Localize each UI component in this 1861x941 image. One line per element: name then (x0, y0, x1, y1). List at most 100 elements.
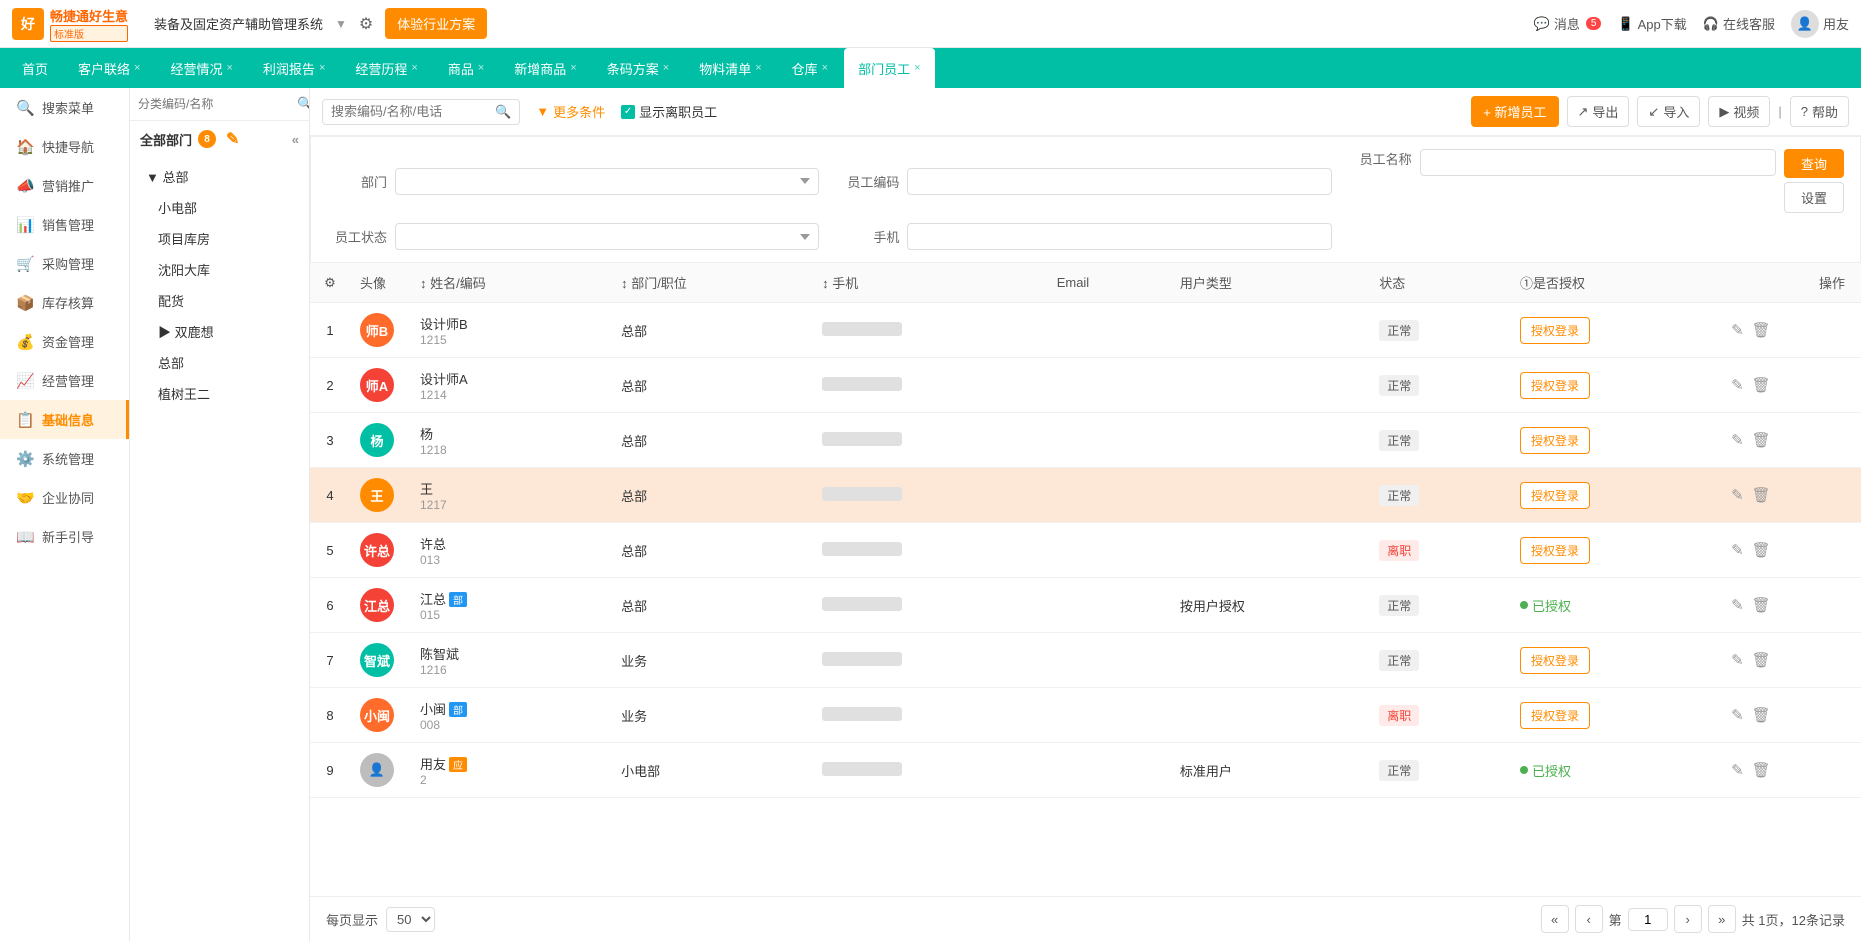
authorize-button[interactable]: 授权登录 (1520, 482, 1590, 509)
dept-header[interactable]: 全部部门 8 ✎ « (130, 121, 309, 157)
sidebar-item-sales[interactable]: 📊 销售管理 (0, 205, 129, 244)
delete-icon[interactable]: 🗑 (1752, 486, 1771, 504)
filter-phone-input[interactable] (907, 223, 1331, 250)
page-input[interactable] (1628, 908, 1668, 931)
col-settings[interactable]: ⚙ (310, 263, 350, 303)
user-btn[interactable]: 👤 用友 (1791, 10, 1849, 38)
sidebar-item-guide[interactable]: 📖 新手引导 (0, 517, 129, 556)
export-button[interactable]: ↗ 导出 (1567, 96, 1630, 127)
tab-new-goods[interactable]: 新增商品× (500, 48, 590, 88)
edit-icon[interactable]: ✎ (1731, 761, 1744, 779)
filter-btn[interactable]: ▼ 更多条件 (528, 98, 613, 125)
per-page-select[interactable]: 50 (386, 907, 435, 932)
edit-icon[interactable]: ✎ (1731, 486, 1744, 504)
next-page-btn[interactable]: › (1674, 905, 1702, 933)
tab-goods[interactable]: 商品× (434, 48, 498, 88)
delete-icon[interactable]: 🗑 (1752, 541, 1771, 559)
close-icon[interactable]: × (226, 62, 232, 74)
tab-profit[interactable]: 利润报告× (249, 48, 339, 88)
experience-button[interactable]: 体验行业方案 (385, 8, 487, 39)
last-page-btn[interactable]: » (1708, 905, 1736, 933)
tab-warehouse[interactable]: 仓库× (778, 48, 842, 88)
tab-customer[interactable]: 客户联络× (64, 48, 154, 88)
authorize-button[interactable]: 授权登录 (1520, 537, 1590, 564)
help-button[interactable]: ? 帮助 (1790, 96, 1849, 127)
sidebar-item-inventory[interactable]: 📦 库存核算 (0, 283, 129, 322)
delete-icon[interactable]: 🗑 (1752, 321, 1771, 339)
sidebar-item-management[interactable]: 📈 经营管理 (0, 361, 129, 400)
dept-search-input[interactable] (138, 97, 293, 111)
filter-empstatus-select[interactable] (395, 223, 819, 250)
dept-node-shenyang[interactable]: 沈阳大库 (130, 254, 309, 285)
dept-collapse-icon[interactable]: « (292, 132, 299, 147)
tab-operation[interactable]: 经营情况× (156, 48, 246, 88)
tab-barcode[interactable]: 条码方案× (593, 48, 683, 88)
delete-icon[interactable]: 🗑 (1752, 596, 1771, 614)
edit-icon[interactable]: ✎ (1731, 321, 1744, 339)
edit-icon[interactable]: ✎ (1731, 376, 1744, 394)
edit-icon[interactable]: ✎ (1731, 651, 1744, 669)
authorize-button[interactable]: 授权登录 (1520, 317, 1590, 344)
sidebar-item-system[interactable]: ⚙️ 系统管理 (0, 439, 129, 478)
settings-icon[interactable]: ⚙ (359, 14, 373, 34)
message-btn[interactable]: 💬 消息 5 (1534, 14, 1602, 33)
close-icon[interactable]: × (570, 62, 576, 74)
tab-home[interactable]: 首页 (8, 48, 62, 88)
dept-edit-icon[interactable]: ✎ (226, 129, 239, 149)
close-icon[interactable]: × (134, 62, 140, 74)
add-employee-button[interactable]: + 新增员工 (1471, 96, 1558, 127)
dept-node-project[interactable]: 项目库房 (130, 223, 309, 254)
dept-search-icon[interactable]: 🔍 (297, 96, 310, 112)
sidebar-item-basic-info[interactable]: 📋 基础信息 (0, 400, 129, 439)
edit-icon[interactable]: ✎ (1731, 596, 1744, 614)
system-dropdown-icon[interactable]: ▼ (335, 17, 347, 31)
show-resigned-toggle[interactable]: ✓ 显示离职员工 (621, 102, 717, 121)
tab-history[interactable]: 经营历程× (341, 48, 431, 88)
close-icon[interactable]: × (755, 62, 761, 74)
filter-dept-select[interactable] (395, 168, 819, 195)
search-input[interactable] (331, 104, 491, 119)
edit-icon[interactable]: ✎ (1731, 706, 1744, 724)
close-icon[interactable]: × (478, 62, 484, 74)
edit-icon[interactable]: ✎ (1731, 541, 1744, 559)
dept-node-zhishu[interactable]: 植树王二 (130, 378, 309, 409)
delete-icon[interactable]: 🗑 (1752, 761, 1771, 779)
dept-node-small-elec[interactable]: 小电部 (130, 192, 309, 223)
filter-empname-input[interactable] (1420, 149, 1776, 176)
dept-node-shuanglu[interactable]: ▶ 双鹿想 (130, 316, 309, 347)
reset-button[interactable]: 设置 (1784, 182, 1844, 213)
authorize-button[interactable]: 授权登录 (1520, 702, 1590, 729)
close-icon[interactable]: × (822, 62, 828, 74)
authorize-button[interactable]: 授权登录 (1520, 647, 1590, 674)
dept-node-hq[interactable]: 总部 (130, 347, 309, 378)
dept-node-general[interactable]: ▼ 总部 (130, 161, 309, 192)
sidebar-item-search[interactable]: 🔍 搜索菜单 (0, 88, 129, 127)
query-button[interactable]: 查询 (1784, 149, 1844, 178)
sidebar-item-marketing[interactable]: 📣 营销推广 (0, 166, 129, 205)
authorize-button[interactable]: 授权登录 (1520, 427, 1590, 454)
prev-page-btn[interactable]: ‹ (1575, 905, 1603, 933)
dept-node-distribution[interactable]: 配货 (130, 285, 309, 316)
edit-icon[interactable]: ✎ (1731, 431, 1744, 449)
online-service-btn[interactable]: 🎧 在线客服 (1703, 14, 1775, 33)
tab-employees[interactable]: 部门员工× (844, 48, 934, 88)
delete-icon[interactable]: 🗑 (1752, 376, 1771, 394)
first-page-btn[interactable]: « (1541, 905, 1569, 933)
delete-icon[interactable]: 🗑 (1752, 651, 1771, 669)
sidebar-item-quicknav[interactable]: 🏠 快捷导航 (0, 127, 129, 166)
close-icon[interactable]: × (663, 62, 669, 74)
close-icon[interactable]: × (914, 62, 920, 74)
authorize-button[interactable]: 授权登录 (1520, 372, 1590, 399)
view-button[interactable]: ▶ 视频 (1708, 96, 1770, 127)
app-download-btn[interactable]: 📱 App下载 (1617, 14, 1686, 33)
close-icon[interactable]: × (319, 62, 325, 74)
delete-icon[interactable]: 🗑 (1752, 431, 1771, 449)
close-icon[interactable]: × (411, 62, 417, 74)
import-button[interactable]: ↙ 导入 (1637, 96, 1700, 127)
filter-empcode-input[interactable] (907, 168, 1331, 195)
sidebar-item-finance[interactable]: 💰 资金管理 (0, 322, 129, 361)
tab-bom[interactable]: 物料清单× (685, 48, 775, 88)
sidebar-item-purchase[interactable]: 🛒 采购管理 (0, 244, 129, 283)
sidebar-item-cooperation[interactable]: 🤝 企业协同 (0, 478, 129, 517)
search-icon-toolbar[interactable]: 🔍 (495, 104, 511, 120)
